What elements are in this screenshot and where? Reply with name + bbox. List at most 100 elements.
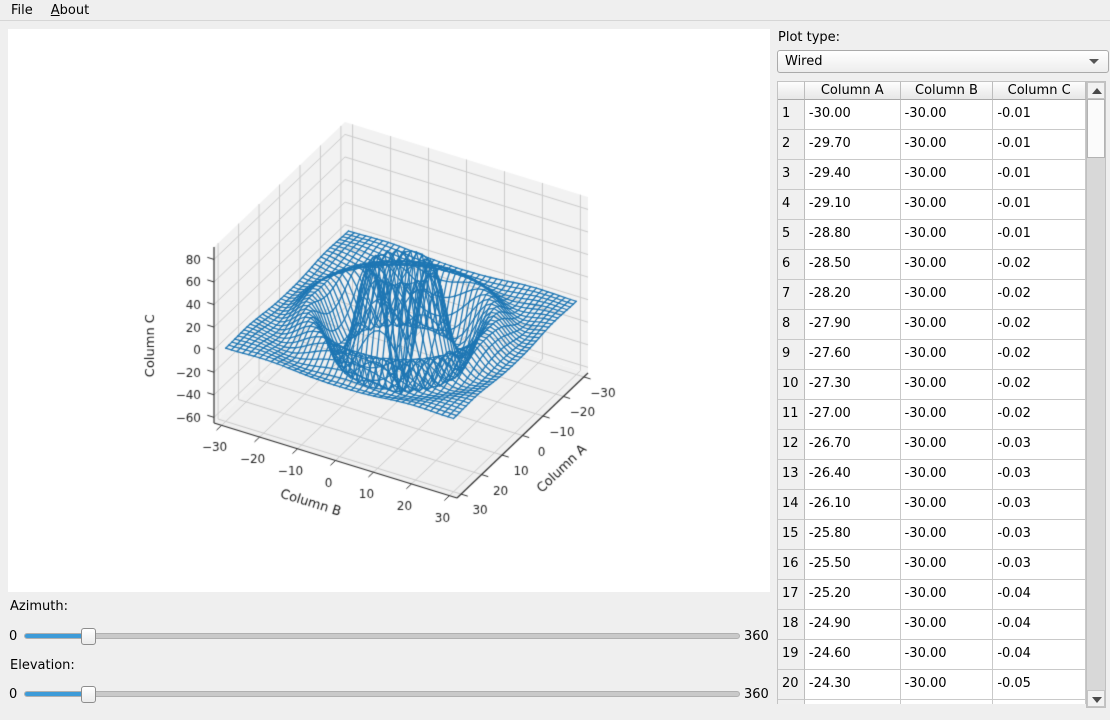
data-cell: -30.00 [901, 550, 994, 580]
data-cell: -0.01 [993, 160, 1086, 190]
table-row[interactable]: 18-24.90-30.00-0.04 [778, 610, 1086, 640]
row-number-cell: 7 [778, 280, 805, 310]
table-header-row: Column AColumn BColumn C [778, 81, 1086, 100]
data-cell: -30.00 [901, 310, 994, 340]
data-cell: -30.00 [901, 430, 994, 460]
row-number-cell: 18 [778, 610, 805, 640]
row-number-cell: 9 [778, 340, 805, 370]
row-number-cell: 5 [778, 220, 805, 250]
column-header[interactable]: Column B [901, 81, 994, 100]
data-cell: -28.80 [805, 220, 901, 250]
table-row[interactable]: 13-26.40-30.00-0.03 [778, 460, 1086, 490]
scroll-up-button[interactable] [1087, 82, 1105, 99]
plot-type-combobox[interactable]: Wired [777, 50, 1109, 73]
table-row[interactable]: 12-26.70-30.00-0.03 [778, 430, 1086, 460]
data-cell: -0.03 [993, 490, 1086, 520]
arrow-down-icon [1092, 697, 1102, 703]
data-cell: -30.00 [901, 130, 994, 160]
data-cell: -28.20 [805, 280, 901, 310]
elevation-slider[interactable] [24, 691, 740, 697]
data-cell: -30.00 [901, 370, 994, 400]
data-table: Column AColumn BColumn C1-30.00-30.00-0.… [777, 81, 1086, 704]
menu-item-about[interactable]: About [42, 0, 98, 20]
chevron-down-icon [1089, 59, 1099, 64]
menu-bar: FileAbout [0, 0, 1110, 21]
data-cell: -27.00 [805, 400, 901, 430]
table-row-partial [778, 700, 1086, 704]
row-number-cell: 8 [778, 310, 805, 340]
menu-item-file[interactable]: File [2, 0, 42, 20]
data-cell [778, 700, 805, 704]
table-row[interactable]: 15-25.80-30.00-0.03 [778, 520, 1086, 550]
data-cell: -24.90 [805, 610, 901, 640]
column-header[interactable]: Column C [993, 81, 1086, 100]
data-cell: -30.00 [901, 460, 994, 490]
data-cell: -0.02 [993, 310, 1086, 340]
azimuth-min-label: 0 [9, 629, 23, 644]
scrollbar-thumb[interactable] [1087, 99, 1105, 158]
row-number-cell: 19 [778, 640, 805, 670]
table-row[interactable]: 4-29.10-30.00-0.01 [778, 190, 1086, 220]
data-cell: -29.40 [805, 160, 901, 190]
table-row[interactable]: 1-30.00-30.00-0.01 [778, 100, 1086, 130]
row-number-cell: 15 [778, 520, 805, 550]
data-cell: -30.00 [901, 250, 994, 280]
table-row[interactable]: 3-29.40-30.00-0.01 [778, 160, 1086, 190]
data-cell: -30.00 [901, 190, 994, 220]
data-cell: -27.30 [805, 370, 901, 400]
data-cell: -30.00 [901, 100, 994, 130]
data-cell: -0.01 [993, 190, 1086, 220]
data-cell: -0.04 [993, 640, 1086, 670]
data-cell: -30.00 [901, 520, 994, 550]
table-row[interactable]: 11-27.00-30.00-0.02 [778, 400, 1086, 430]
table-row[interactable]: 6-28.50-30.00-0.02 [778, 250, 1086, 280]
table-row[interactable]: 8-27.90-30.00-0.02 [778, 310, 1086, 340]
plot-type-label: Plot type: [778, 30, 840, 45]
data-cell: -30.00 [805, 100, 901, 130]
row-number-cell: 16 [778, 550, 805, 580]
table-row[interactable]: 9-27.60-30.00-0.02 [778, 340, 1086, 370]
table-row[interactable]: 5-28.80-30.00-0.01 [778, 220, 1086, 250]
plot-figure [8, 29, 770, 592]
table-row[interactable]: 17-25.20-30.00-0.04 [778, 580, 1086, 610]
azimuth-slider[interactable] [24, 633, 740, 639]
elevation-label: Elevation: [10, 658, 75, 673]
azimuth-slider-handle[interactable] [81, 628, 96, 645]
data-cell: -30.00 [901, 220, 994, 250]
table-row[interactable]: 10-27.30-30.00-0.02 [778, 370, 1086, 400]
scroll-down-button[interactable] [1087, 690, 1105, 707]
table-row[interactable]: 14-26.10-30.00-0.03 [778, 490, 1086, 520]
plot-type-value: Wired [785, 54, 823, 69]
data-cell: -30.00 [901, 670, 994, 700]
data-cell: -0.03 [993, 430, 1086, 460]
table-row[interactable]: 19-24.60-30.00-0.04 [778, 640, 1086, 670]
data-cell [993, 700, 1086, 704]
data-cell: -30.00 [901, 340, 994, 370]
data-cell [805, 700, 901, 704]
data-cell: -27.60 [805, 340, 901, 370]
data-cell: -0.03 [993, 550, 1086, 580]
row-number-cell: 13 [778, 460, 805, 490]
elevation-max-label: 360 [744, 687, 769, 702]
table-row[interactable]: 16-25.50-30.00-0.03 [778, 550, 1086, 580]
table-row[interactable]: 7-28.20-30.00-0.02 [778, 280, 1086, 310]
row-number-cell: 4 [778, 190, 805, 220]
wireframe-3d-plot[interactable] [8, 29, 770, 592]
data-cell: -26.70 [805, 430, 901, 460]
data-cell: -0.02 [993, 340, 1086, 370]
table-corner-cell [778, 81, 805, 100]
arrow-up-icon [1092, 88, 1102, 94]
data-cell: -0.02 [993, 400, 1086, 430]
azimuth-slider-fill [25, 634, 89, 638]
table-row[interactable]: 20-24.30-30.00-0.05 [778, 670, 1086, 700]
data-cell: -30.00 [901, 160, 994, 190]
elevation-slider-handle[interactable] [81, 686, 96, 703]
column-header[interactable]: Column A [805, 81, 901, 100]
table-scrollbar[interactable] [1086, 81, 1106, 708]
data-cell: -25.80 [805, 520, 901, 550]
row-number-cell: 1 [778, 100, 805, 130]
table-row[interactable]: 2-29.70-30.00-0.01 [778, 130, 1086, 160]
row-number-cell: 17 [778, 580, 805, 610]
row-number-cell: 10 [778, 370, 805, 400]
elevation-min-label: 0 [9, 687, 23, 702]
